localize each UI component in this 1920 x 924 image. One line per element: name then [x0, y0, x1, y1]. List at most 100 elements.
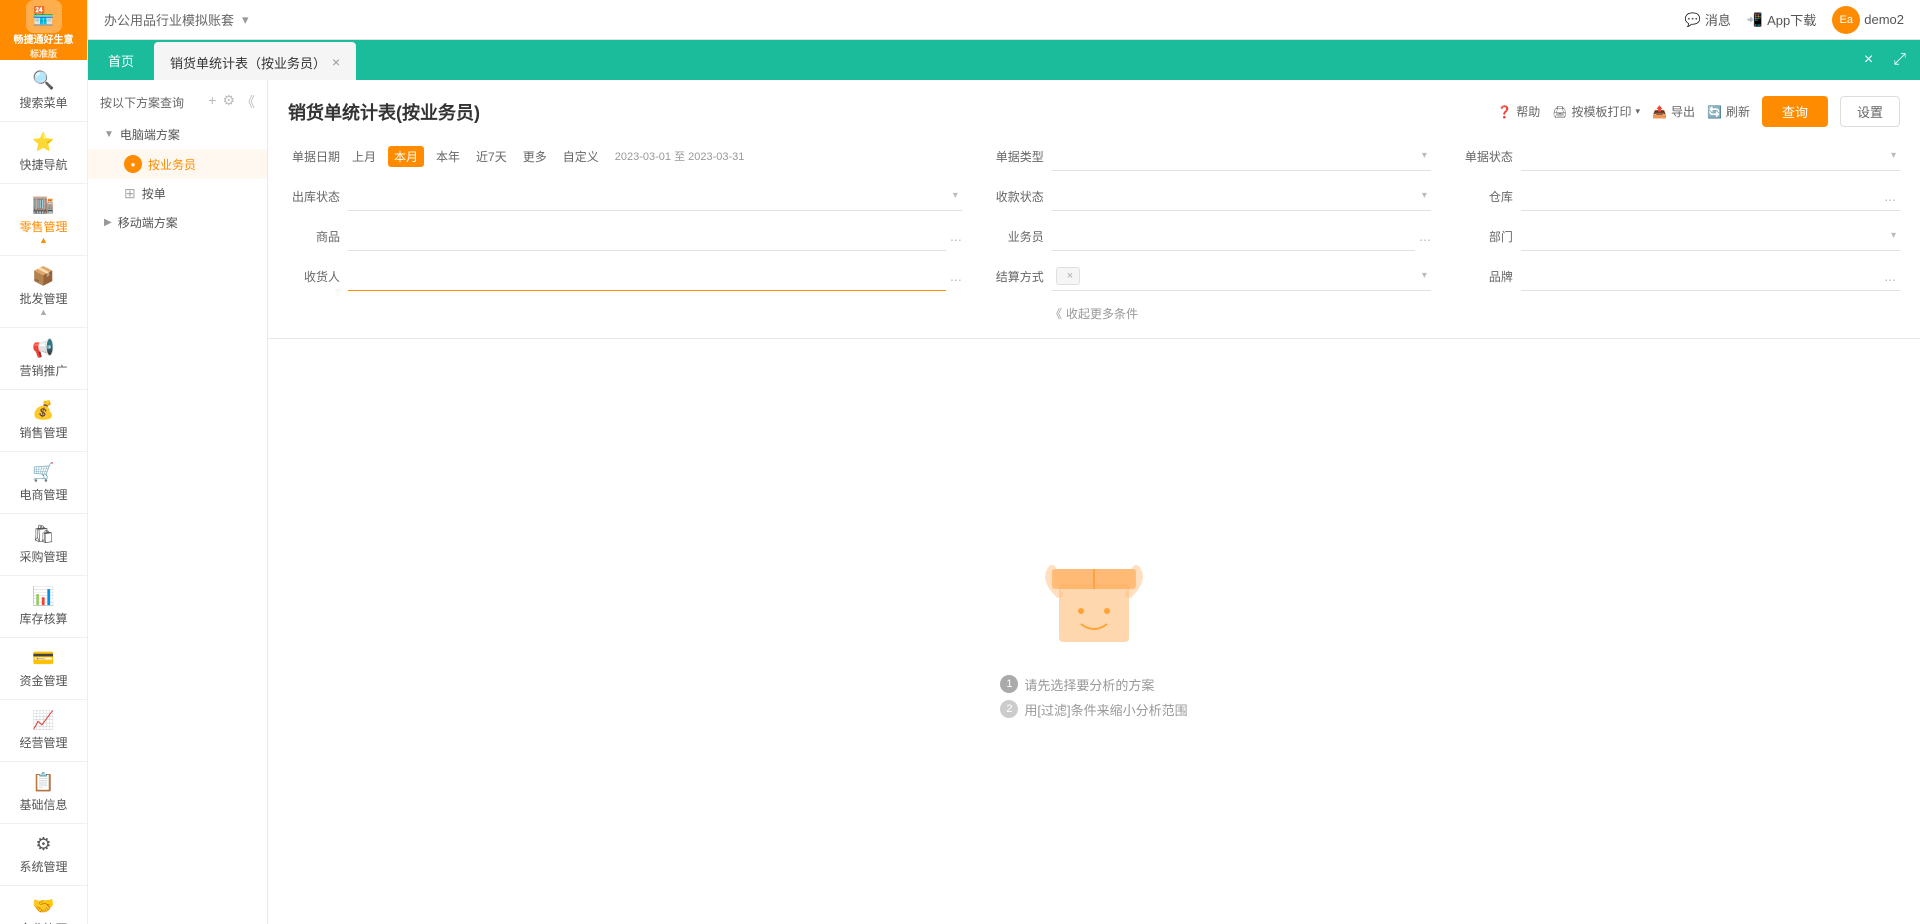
tree-arrow-mobile: ▶: [104, 217, 112, 228]
tab-maximize-btn[interactable]: ⤢: [1887, 49, 1912, 71]
out-status-arrow-icon: ▾: [953, 190, 958, 201]
app-download-btn[interactable]: 📲 App下载: [1747, 10, 1816, 29]
finance-icon: 💳: [32, 648, 54, 669]
sidebar-item-marketing[interactable]: 📢 营销推广: [0, 328, 88, 390]
retail-icon: 🏬: [32, 194, 54, 215]
tree-item-mobile[interactable]: ▶ 移动端方案: [88, 208, 267, 237]
sidebar-item-retail-label: 零售管理: [19, 218, 67, 235]
settings-button[interactable]: 设置: [1840, 96, 1900, 127]
goods-dots[interactable]: ...: [950, 228, 962, 244]
help-btn[interactable]: ❓ 帮助: [1497, 103, 1540, 120]
warehouse-select[interactable]: ...: [1521, 181, 1900, 211]
hint-num-2: 2: [1000, 700, 1018, 718]
goods-label: 商品: [288, 228, 348, 245]
tree-subitem-by-salesman[interactable]: ● 按业务员: [88, 149, 267, 179]
sidebar-item-inventory-label: 库存核算: [19, 610, 67, 627]
content-area: 按以下方案查询 + ⚙ 《 ▼ 电脑端方案 ● 按业务员 ⊞ 按单: [88, 80, 1920, 924]
tree-subitem-by-doc[interactable]: ⊞ 按单: [88, 179, 267, 208]
doc-status-select[interactable]: ▾: [1521, 141, 1900, 171]
export-btn[interactable]: 📤 导出: [1652, 103, 1695, 120]
panel-collapse-btn[interactable]: 《: [241, 92, 255, 112]
dept-select[interactable]: ▾: [1521, 221, 1900, 251]
message-btn[interactable]: 💬 消息: [1685, 10, 1731, 29]
date-more-btn[interactable]: 更多: [519, 146, 551, 167]
operation-icon: 📈: [32, 710, 54, 731]
query-button[interactable]: 查询: [1762, 96, 1828, 127]
sidebar-item-finance[interactable]: 💳 资金管理: [0, 638, 88, 700]
print-arrow-icon: ▾: [1636, 106, 1641, 117]
warehouse-dots[interactable]: ...: [1884, 188, 1896, 204]
sidebar-item-operation[interactable]: 📈 经营管理: [0, 700, 88, 762]
refresh-label: 刷新: [1726, 103, 1750, 120]
dept-label: 部门: [1451, 228, 1521, 245]
hint-item-1: 1 请先选择要分析的方案: [1000, 675, 1187, 694]
tree-item-mobile-label: 移动端方案: [118, 214, 178, 231]
breadcrumb-arrow-icon[interactable]: ▾: [242, 12, 249, 28]
collapse-icon: 《: [1050, 305, 1062, 322]
refresh-btn[interactable]: 🔄 刷新: [1707, 103, 1750, 120]
tree-item-desktop-label: 电脑端方案: [120, 126, 180, 143]
sidebar-item-retail[interactable]: 🏬 零售管理 ▲: [0, 184, 88, 256]
user-menu[interactable]: Ea demo2: [1832, 6, 1904, 34]
tab-close-window-btn[interactable]: ×: [1858, 49, 1879, 71]
tab-active-sales-stat[interactable]: 销货单统计表（按业务员） ×: [154, 42, 356, 82]
sidebar-item-sales[interactable]: 💰 销售管理: [0, 390, 88, 452]
sidebar-item-inventory[interactable]: 📊 库存核算: [0, 576, 88, 638]
settlement-select[interactable]: × ▾: [1052, 261, 1431, 291]
top-header: 办公用品行业模拟账套 ▾ 💬 消息 📲 App下载 Ea demo2: [88, 0, 1920, 40]
sidebar-item-ecom[interactable]: 🛒 电商管理: [0, 452, 88, 514]
logo-sublabel: 标准版: [30, 47, 57, 60]
tree-item-desktop[interactable]: ▼ 电脑端方案: [88, 120, 267, 149]
goods-input[interactable]: [348, 221, 946, 251]
date-label: 单据日期: [288, 148, 348, 165]
sidebar-item-shortcut[interactable]: ⭐ 快捷导航: [0, 122, 88, 184]
consignee-input[interactable]: [348, 261, 946, 291]
logo-text: 畅捷通好生意: [14, 35, 74, 47]
export-label: 导出: [1671, 103, 1695, 120]
enterprise-icon: 🤝: [32, 896, 54, 917]
recv-status-select[interactable]: ▾: [1052, 181, 1431, 211]
sidebar-item-system[interactable]: ⚙ 系统管理: [0, 824, 88, 886]
data-area: 1 请先选择要分析的方案 2 用[过滤]条件来缩小分析范围: [268, 339, 1920, 924]
filter-row-1: 单据日期 上月 本月 本年 近7天 更多 自定义 2023-03-01 至 20…: [288, 141, 1900, 171]
breadcrumb-area: 办公用品行业模拟账套 ▾: [104, 10, 249, 29]
salesman-dots[interactable]: ...: [1419, 228, 1431, 244]
date-last-month-btn[interactable]: 上月: [348, 146, 380, 167]
scheme-settings-btn[interactable]: ⚙: [222, 92, 235, 112]
doc-type-select[interactable]: ▾: [1052, 141, 1431, 171]
filter-salesman: 业务员 ...: [982, 221, 1431, 251]
sidebar-item-search[interactable]: 🔍 搜索菜单: [0, 60, 88, 122]
sidebar-item-basic[interactable]: 📋 基础信息: [0, 762, 88, 824]
print-btn[interactable]: 🖨 按模板打印 ▾: [1552, 103, 1640, 120]
filter-doc-type: 单据类型 ▾: [982, 141, 1431, 171]
add-scheme-btn[interactable]: +: [208, 92, 216, 112]
brand-select[interactable]: ...: [1521, 261, 1900, 291]
date-range-text: 2023-03-01 至 2023-03-31: [615, 148, 745, 164]
date-custom-btn[interactable]: 自定义: [559, 146, 603, 167]
tab-close-icon[interactable]: ×: [332, 54, 340, 70]
filter-row-3: 商品 ... 业务员 ... 部门 ▾: [288, 221, 1900, 251]
tab-bar: 首页 销货单统计表（按业务员） × × ⤢: [88, 40, 1920, 80]
date-last7-btn[interactable]: 近7天: [472, 146, 511, 167]
filter-recv-status: 收款状态 ▾: [982, 181, 1431, 211]
tree-subitem-doc-icon: ⊞: [124, 185, 136, 202]
doc-type-label: 单据类型: [982, 148, 1052, 165]
sidebar-item-enterprise[interactable]: 🤝 企业协同: [0, 886, 88, 924]
sidebar-item-wholesale-label: 批发管理: [19, 290, 67, 307]
date-this-month-btn[interactable]: 本月: [388, 146, 424, 167]
recv-status-label: 收款状态: [982, 188, 1052, 205]
collapse-btn[interactable]: 《 收起更多条件: [1050, 305, 1138, 322]
date-this-year-btn[interactable]: 本年: [432, 146, 464, 167]
settlement-tag-close-icon[interactable]: ×: [1067, 270, 1073, 282]
salesman-label: 业务员: [982, 228, 1052, 245]
consignee-dots[interactable]: ...: [950, 268, 962, 284]
salesman-input[interactable]: [1052, 221, 1415, 251]
brand-dots[interactable]: ...: [1884, 268, 1896, 284]
out-status-select[interactable]: ▾: [348, 181, 962, 211]
sidebar-item-purchase[interactable]: 🛍 采购管理: [0, 514, 88, 576]
settlement-label: 结算方式: [982, 268, 1052, 285]
tab-home[interactable]: 首页: [88, 40, 154, 80]
ecom-icon: 🛒: [32, 462, 54, 483]
sidebar-item-wholesale[interactable]: 📦 批发管理 ▲: [0, 256, 88, 328]
tab-bar-actions: × ⤢: [1858, 49, 1920, 71]
